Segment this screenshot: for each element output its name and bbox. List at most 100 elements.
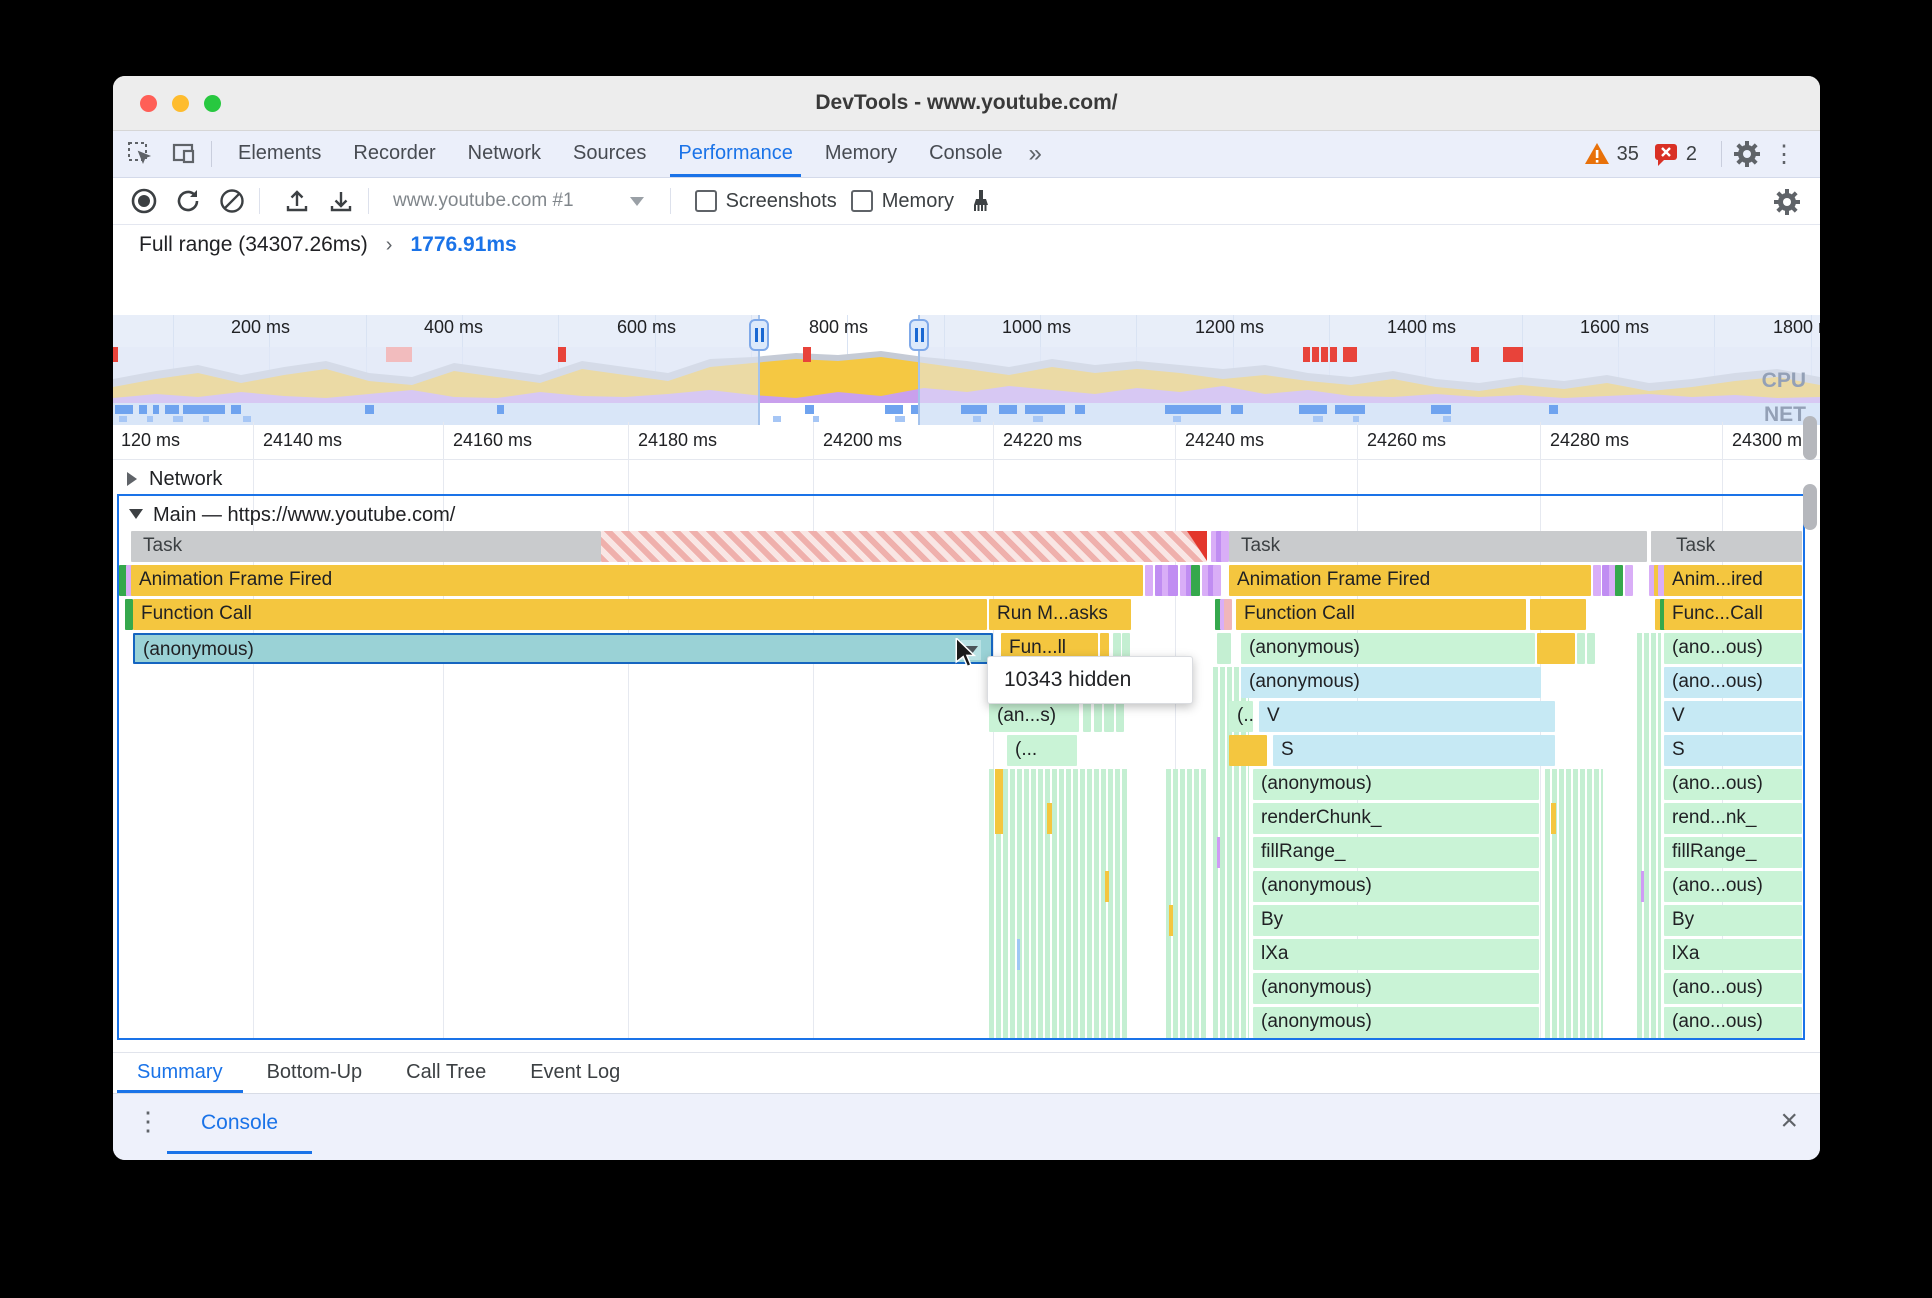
- record-button[interactable]: [127, 184, 161, 218]
- flame-bar-function-call[interactable]: Function Call: [133, 599, 987, 630]
- full-range-crumb[interactable]: Full range (34307.26ms): [139, 233, 368, 257]
- flame-bar-ano-ous[interactable]: (ano...ous): [1664, 633, 1802, 664]
- garbage-collect-icon[interactable]: [964, 184, 998, 218]
- flame-bar[interactable]: [1094, 701, 1102, 732]
- flame-bar-task[interactable]: Task: [1229, 531, 1647, 562]
- flame-bar[interactable]: [1083, 701, 1091, 732]
- drawer-close-icon[interactable]: ×: [1780, 1104, 1798, 1138]
- flame-bar-anonymous[interactable]: (anonymous): [1241, 667, 1541, 698]
- micro-call-accent[interactable]: [1169, 905, 1173, 936]
- flame-bar[interactable]: [1625, 565, 1633, 596]
- flame-bar[interactable]: [1537, 633, 1575, 664]
- flame-bar-fillrange[interactable]: fillRange_: [1664, 837, 1802, 868]
- collapse-triangle-icon[interactable]: [129, 509, 143, 519]
- main-thread-track[interactable]: Main — https://www.youtube.com/ Task Task…: [117, 494, 1805, 1040]
- tab-console[interactable]: Console: [913, 131, 1018, 177]
- flame-bar-anonymous[interactable]: (anonymous): [1253, 1007, 1539, 1038]
- error-icon[interactable]: [1653, 141, 1679, 167]
- flame-bar[interactable]: [1577, 633, 1585, 664]
- timeline-overview[interactable]: 200 ms 400 ms 600 ms 800 ms 1000 ms 1200 ms 14…: [113, 265, 1820, 425]
- flame-bar[interactable]: [1168, 565, 1178, 596]
- capture-settings-gear-icon[interactable]: [1770, 185, 1804, 219]
- memory-checkbox[interactable]: [850, 190, 873, 212]
- flame-bar-anonymous[interactable]: (anonymous): [1241, 633, 1535, 664]
- warning-icon[interactable]: [1584, 142, 1610, 166]
- flame-bar-fillrange[interactable]: fillRange_: [1253, 837, 1539, 868]
- flame-bar-anim-ired[interactable]: Anim...ired: [1664, 565, 1802, 596]
- micro-call-strips[interactable]: [989, 769, 1129, 1038]
- flame-bar-function-call[interactable]: Function Call: [1236, 599, 1526, 630]
- flame-bar[interactable]: [1530, 599, 1586, 630]
- flame-bar[interactable]: [1116, 701, 1124, 732]
- reload-record-button[interactable]: [171, 184, 205, 218]
- tab-elements[interactable]: Elements: [222, 131, 337, 177]
- flame-bar-s[interactable]: S: [1273, 735, 1555, 766]
- load-profile-icon[interactable]: [280, 184, 314, 218]
- selection-handle-left[interactable]: [749, 319, 769, 351]
- flame-bar-by[interactable]: By: [1664, 905, 1802, 936]
- flame-bar-task[interactable]: Task: [1664, 531, 1802, 562]
- flame-bar[interactable]: [1145, 565, 1153, 596]
- flame-bar-rend-nk[interactable]: rend...nk_: [1664, 803, 1802, 834]
- micro-call-accent[interactable]: [995, 769, 1003, 834]
- drawer-more-icon[interactable]: ⋮: [135, 1106, 161, 1137]
- detail-time-ruler[interactable]: 120 ms 24140 ms 24160 ms 24180 ms 24200 ms 24…: [113, 425, 1820, 460]
- flame-bar[interactable]: [1587, 633, 1595, 664]
- flame-bar-s[interactable]: S: [1664, 735, 1802, 766]
- tab-network[interactable]: Network: [452, 131, 557, 177]
- drawer-console-tab[interactable]: Console: [167, 1094, 313, 1156]
- flame-bar-animation-frame-fired[interactable]: Animation Frame Fired: [131, 565, 1143, 596]
- flame-bar-ano-ous[interactable]: (ano...ous): [1664, 1007, 1802, 1038]
- inspect-element-icon[interactable]: [123, 137, 157, 171]
- tab-performance[interactable]: Performance: [662, 131, 809, 177]
- selected-range-crumb[interactable]: 1776.91ms: [410, 233, 516, 257]
- flame-bar-ano-ous[interactable]: (ano...ous): [1664, 973, 1802, 1004]
- micro-call-accent[interactable]: [1641, 871, 1644, 902]
- flame-bar-v[interactable]: V: [1664, 701, 1802, 732]
- tab-call-tree[interactable]: Call Tree: [406, 1053, 486, 1093]
- clear-recording-button[interactable]: [215, 184, 249, 218]
- flame-bar-run-m-asks[interactable]: Run M...asks: [989, 599, 1131, 630]
- flame-bar[interactable]: [1223, 633, 1231, 664]
- flame-bar[interactable]: [1224, 599, 1232, 630]
- capture-select[interactable]: www.youtube.com #1: [393, 190, 574, 212]
- flame-chart[interactable]: Task Task Task Animation Frame Fired Animati…: [117, 530, 1805, 1038]
- flame-bar[interactable]: [1593, 565, 1601, 596]
- track-scrollbar-thumb[interactable]: [1803, 484, 1817, 530]
- screenshots-checkbox[interactable]: [694, 190, 717, 212]
- flame-bar-ano-ous[interactable]: (ano...ous): [1664, 769, 1802, 800]
- tab-summary[interactable]: Summary: [117, 1053, 243, 1093]
- flame-bar[interactable]: [1191, 565, 1200, 596]
- flame-bar-anonymous[interactable]: (anonymous): [1253, 769, 1539, 800]
- flame-bar-ano-ous[interactable]: (ano...ous): [1664, 871, 1802, 902]
- flame-bar-lxa[interactable]: lXa: [1664, 939, 1802, 970]
- micro-call-accent[interactable]: [1047, 803, 1052, 834]
- flame-bar[interactable]: [1221, 531, 1229, 562]
- flame-bar-renderchunk[interactable]: renderChunk_: [1253, 803, 1539, 834]
- micro-call-accent[interactable]: [1551, 803, 1556, 834]
- flame-bar-an-s[interactable]: (an...s): [989, 701, 1079, 732]
- flame-bar-anonymous[interactable]: (anonymous): [1253, 973, 1539, 1004]
- flame-bar-v[interactable]: V: [1259, 701, 1555, 732]
- more-tabs-icon[interactable]: »: [1019, 140, 1050, 168]
- flame-bar[interactable]: [1104, 701, 1114, 732]
- micro-call-accent[interactable]: [1217, 837, 1220, 868]
- flame-bar-by[interactable]: By: [1253, 905, 1539, 936]
- flame-bar[interactable]: [1213, 565, 1221, 596]
- tab-bottom-up[interactable]: Bottom-Up: [267, 1053, 363, 1093]
- tab-event-log[interactable]: Event Log: [530, 1053, 620, 1093]
- flame-bar[interactable]: [1615, 565, 1623, 596]
- flame-bar-[interactable]: (...: [1229, 701, 1253, 732]
- tab-recorder[interactable]: Recorder: [337, 131, 451, 177]
- flame-bar-lxa[interactable]: lXa: [1253, 939, 1539, 970]
- tab-memory[interactable]: Memory: [809, 131, 913, 177]
- select-caret-icon[interactable]: [629, 196, 644, 206]
- expand-triangle-icon[interactable]: [127, 472, 137, 486]
- selection-handle-right[interactable]: [909, 319, 929, 351]
- micro-call-strips[interactable]: [1637, 633, 1661, 1038]
- tab-sources[interactable]: Sources: [557, 131, 662, 177]
- flame-bar-ano-ous[interactable]: (ano...ous): [1664, 667, 1802, 698]
- save-profile-icon[interactable]: [324, 184, 358, 218]
- more-options-icon[interactable]: ⋮: [1762, 140, 1806, 169]
- flame-bar-[interactable]: (...: [1007, 735, 1077, 766]
